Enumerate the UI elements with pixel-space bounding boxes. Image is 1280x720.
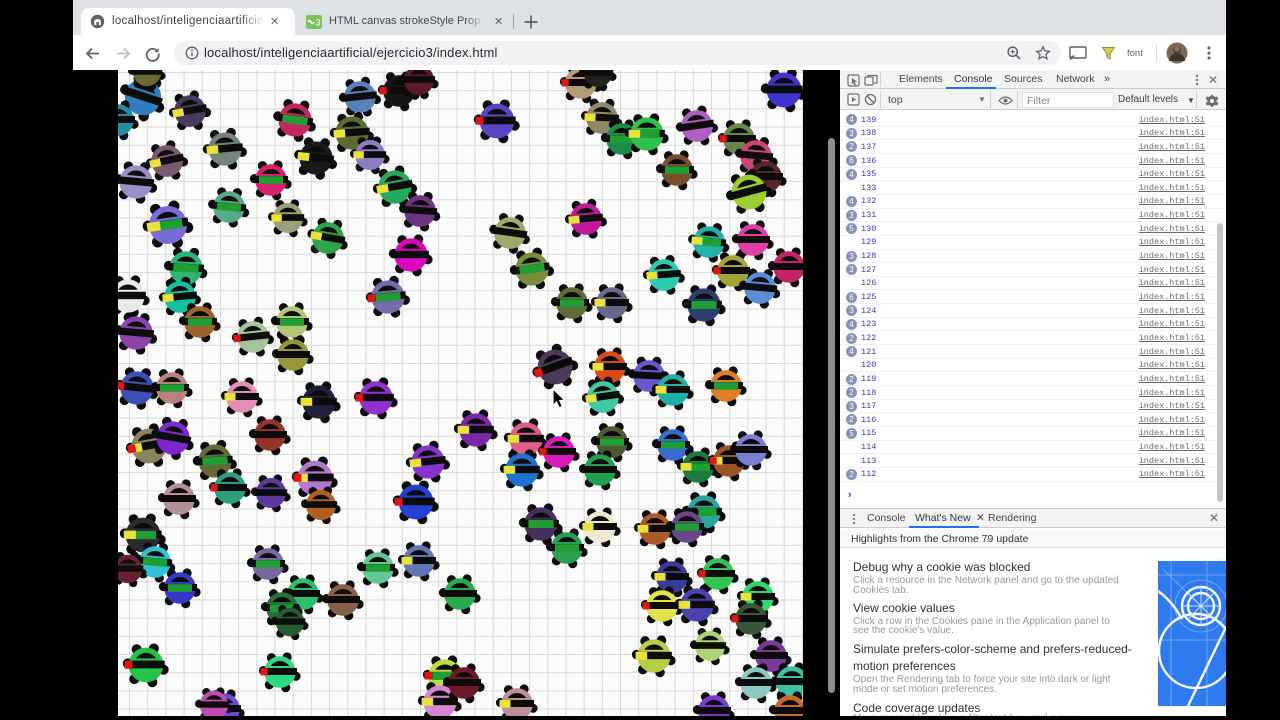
svg-text:3: 3 bbox=[316, 18, 321, 28]
